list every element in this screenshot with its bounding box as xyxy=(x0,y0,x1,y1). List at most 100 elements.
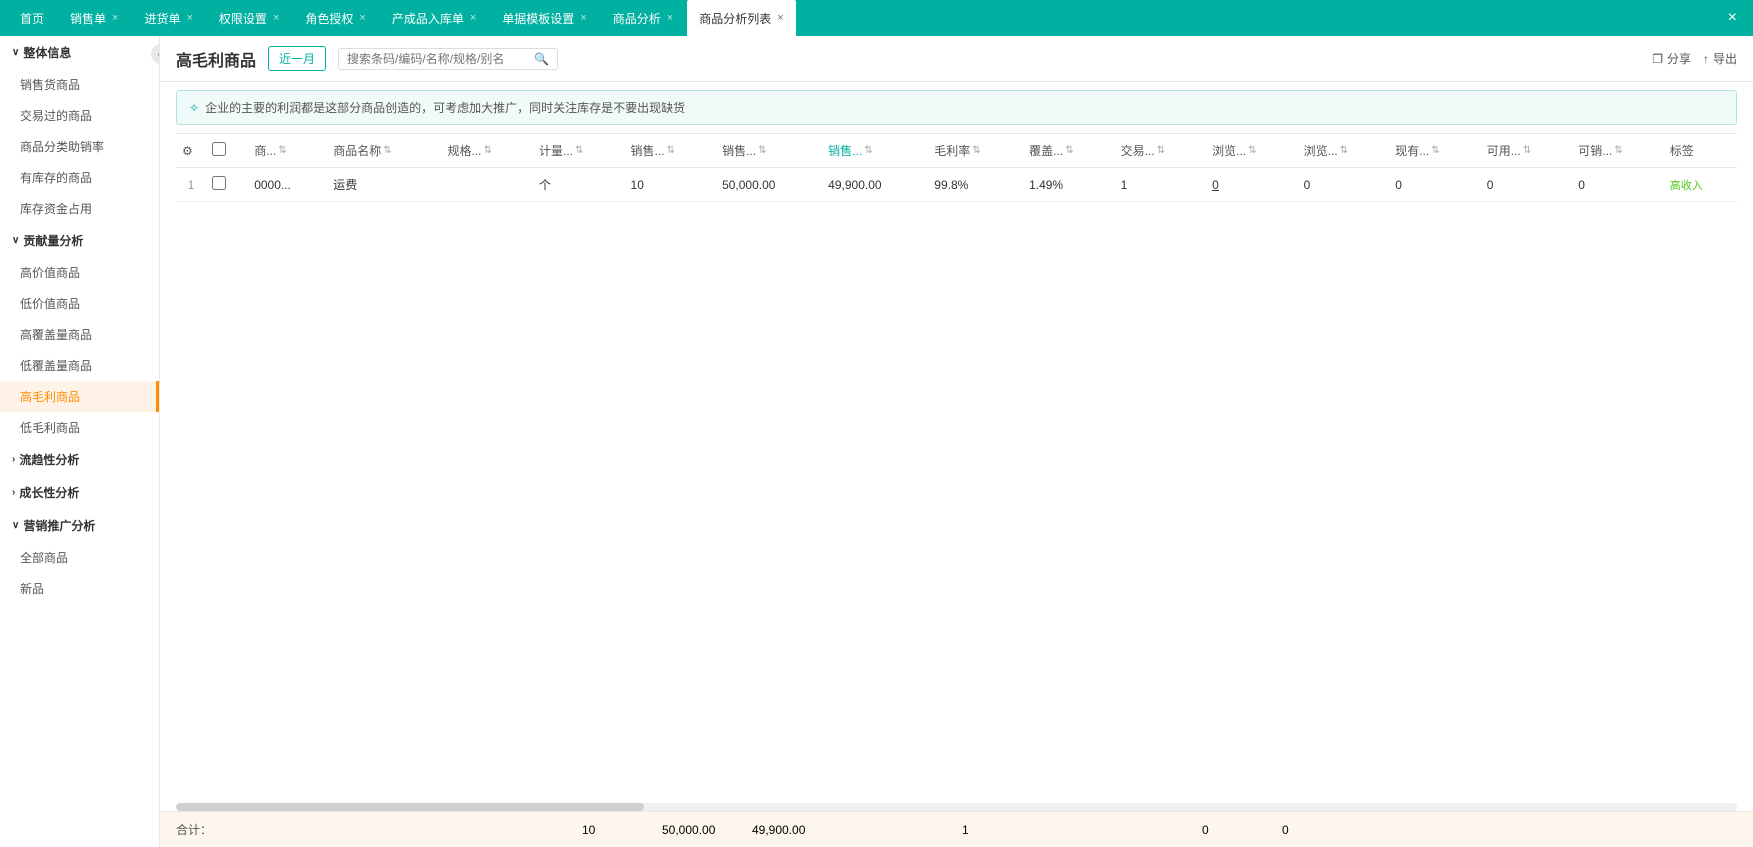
sort-icon-available: ⇅ xyxy=(1523,145,1531,156)
settings-icon[interactable]: ⚙ xyxy=(182,144,193,158)
footer-sales3: 49,900.00 xyxy=(752,823,842,837)
footer-cells: 10 50,000.00 49,900.00 1 0 0 xyxy=(252,823,1737,837)
row-checkbox[interactable] xyxy=(212,176,226,190)
close-permission-tab[interactable]: × xyxy=(273,12,279,24)
select-all-checkbox[interactable] xyxy=(212,142,226,156)
top-nav: 首页 销售单 × 进货单 × 权限设置 × 角色授权 × 产成品入库单 × 单据… xyxy=(0,0,1753,36)
sidebar-item-sales-goods[interactable]: 销售货商品 xyxy=(0,69,159,100)
sort-icon-spec: ⇅ xyxy=(483,145,491,156)
share-btn[interactable]: ❐ 分享 xyxy=(1652,50,1691,67)
sort-icon-browse2: ⇅ xyxy=(1340,145,1348,156)
main-layout: « ∨ 整体信息 销售货商品 交易过的商品 商品分类助销率 有库存的商品 库存资… xyxy=(0,36,1753,847)
th-transaction[interactable]: 交易... ⇅ xyxy=(1115,134,1207,168)
sidebar-group-overall[interactable]: ∨ 整体信息 xyxy=(0,36,159,69)
close-product-in-tab[interactable]: × xyxy=(470,12,476,24)
th-current[interactable]: 现有... ⇅ xyxy=(1389,134,1481,168)
sort-icon-sales3: ⇅ xyxy=(864,145,872,156)
footer-bar: 合计： 10 50,000.00 49,900.00 1 0 0 xyxy=(160,811,1753,847)
arrow-icon-2: ∨ xyxy=(12,235,19,246)
sidebar-item-in-stock[interactable]: 有库存的商品 xyxy=(0,162,159,193)
footer-empty9 xyxy=(1042,823,1122,837)
close-window-btn[interactable]: × xyxy=(1720,9,1745,27)
row-spec xyxy=(441,168,533,202)
close-template-tab[interactable]: × xyxy=(580,12,586,24)
nav-product-analysis-list[interactable]: 商品分析列表 × xyxy=(687,0,795,36)
sort-icon-coverage: ⇅ xyxy=(1065,145,1073,156)
sidebar-item-high-margin[interactable]: 高毛利商品 xyxy=(0,381,159,412)
th-browse1[interactable]: 浏览... ⇅ xyxy=(1206,134,1298,168)
sidebar-item-low-coverage[interactable]: 低覆盖量商品 xyxy=(0,350,159,381)
th-gross-rate[interactable]: 毛利率 ⇅ xyxy=(928,134,1023,168)
info-banner: ✧ 企业的主要的利润都是这部分商品创造的，可考虑加大推广，同时关注库存是不要出现… xyxy=(176,90,1737,125)
sort-icon-sellable: ⇅ xyxy=(1614,145,1622,156)
sidebar-item-high-value[interactable]: 高价值商品 xyxy=(0,257,159,288)
sidebar-item-low-value[interactable]: 低价值商品 xyxy=(0,288,159,319)
export-icon: ↑ xyxy=(1703,52,1709,66)
sidebar-item-category-rate[interactable]: 商品分类助销率 xyxy=(0,131,159,162)
content-area: 高毛利商品 近一月 🔍 ❐ 分享 ↑ 导出 ✧ 企业的主要的利润都是这部分商品创… xyxy=(160,36,1753,847)
sidebar-item-new-goods[interactable]: 新品 xyxy=(0,573,159,604)
row-num: 1 xyxy=(176,168,206,202)
sort-icon-unit: ⇅ xyxy=(575,145,583,156)
sort-icon-gross: ⇅ xyxy=(972,145,980,156)
sidebar-group-contribution[interactable]: ∨ 贡献量分析 xyxy=(0,224,159,257)
footer-sales2: 50,000.00 xyxy=(662,823,752,837)
nav-purchase[interactable]: 进货单 × xyxy=(132,0,204,36)
row-tag: 高收入 xyxy=(1664,168,1737,202)
th-sales2[interactable]: 销售... ⇅ xyxy=(716,134,822,168)
sidebar-group-growth[interactable]: › 成长性分析 xyxy=(0,476,159,509)
th-settings[interactable]: ⚙ xyxy=(176,134,206,168)
footer-current: 0 xyxy=(1202,823,1282,837)
th-sales1[interactable]: 销售... ⇅ xyxy=(625,134,717,168)
nav-sales[interactable]: 销售单 × xyxy=(58,0,130,36)
nav-home[interactable]: 首页 xyxy=(8,0,56,36)
export-btn[interactable]: ↑ 导出 xyxy=(1703,50,1737,67)
sidebar-item-all-goods[interactable]: 全部商品 xyxy=(0,542,159,573)
arrow-icon: ∨ xyxy=(12,47,19,58)
sidebar-item-traded-goods[interactable]: 交易过的商品 xyxy=(0,100,159,131)
footer-empty1 xyxy=(252,823,282,837)
info-icon: ✧ xyxy=(189,101,199,115)
sidebar-item-high-coverage[interactable]: 高覆盖量商品 xyxy=(0,319,159,350)
footer-empty7 xyxy=(842,823,902,837)
nav-product-in[interactable]: 产成品入库单 × xyxy=(380,0,488,36)
th-sales3[interactable]: 销售... ⇅ xyxy=(822,134,928,168)
date-filter-btn[interactable]: 近一月 xyxy=(268,46,326,71)
close-purchase-tab[interactable]: × xyxy=(186,12,192,24)
sidebar-item-stock-capital[interactable]: 库存资金占用 xyxy=(0,193,159,224)
sidebar-group-flow[interactable]: › 流趋性分析 xyxy=(0,443,159,476)
th-unit[interactable]: 计量... ⇅ xyxy=(533,134,625,168)
nav-permission[interactable]: 权限设置 × xyxy=(207,0,291,36)
row-transaction: 1 xyxy=(1115,168,1207,202)
th-sellable[interactable]: 可销... ⇅ xyxy=(1572,134,1664,168)
footer-sales1: 10 xyxy=(582,823,662,837)
sort-icon-browse1: ⇅ xyxy=(1248,145,1256,156)
close-sales-tab[interactable]: × xyxy=(112,12,118,24)
nav-product-analysis[interactable]: 商品分析 × xyxy=(601,0,685,36)
search-box: 🔍 xyxy=(338,48,558,70)
th-available[interactable]: 可用... ⇅ xyxy=(1481,134,1573,168)
close-analysis-list-tab[interactable]: × xyxy=(777,12,783,24)
th-browse2[interactable]: 浏览... ⇅ xyxy=(1298,134,1390,168)
sort-icon-current: ⇅ xyxy=(1431,145,1439,156)
th-name[interactable]: 商品名称 ⇅ xyxy=(327,134,441,168)
table-row: 1 0000... 运费 个 10 50,000.00 49,900.00 99… xyxy=(176,168,1737,202)
sidebar-group-marketing[interactable]: ∨ 营销推广分析 xyxy=(0,509,159,542)
row-browse1[interactable]: 0 xyxy=(1206,168,1298,202)
sidebar-item-low-margin[interactable]: 低毛利商品 xyxy=(0,412,159,443)
th-spec[interactable]: 规格... ⇅ xyxy=(441,134,533,168)
th-tag: 标签 xyxy=(1664,134,1737,168)
close-role-tab[interactable]: × xyxy=(359,12,365,24)
sort-icon-transaction: ⇅ xyxy=(1157,145,1165,156)
footer-empty5 xyxy=(462,823,522,837)
th-coverage[interactable]: 覆盖... ⇅ xyxy=(1023,134,1115,168)
row-checkbox-cell xyxy=(206,168,248,202)
row-sales2: 50,000.00 xyxy=(716,168,822,202)
nav-template[interactable]: 单据模板设置 × xyxy=(490,0,598,36)
search-icon[interactable]: 🔍 xyxy=(534,52,549,66)
close-analysis-tab[interactable]: × xyxy=(667,12,673,24)
search-input[interactable] xyxy=(347,52,534,66)
th-code[interactable]: 商... ⇅ xyxy=(248,134,327,168)
nav-role[interactable]: 角色授权 × xyxy=(293,0,377,36)
footer-available: 0 xyxy=(1282,823,1362,837)
